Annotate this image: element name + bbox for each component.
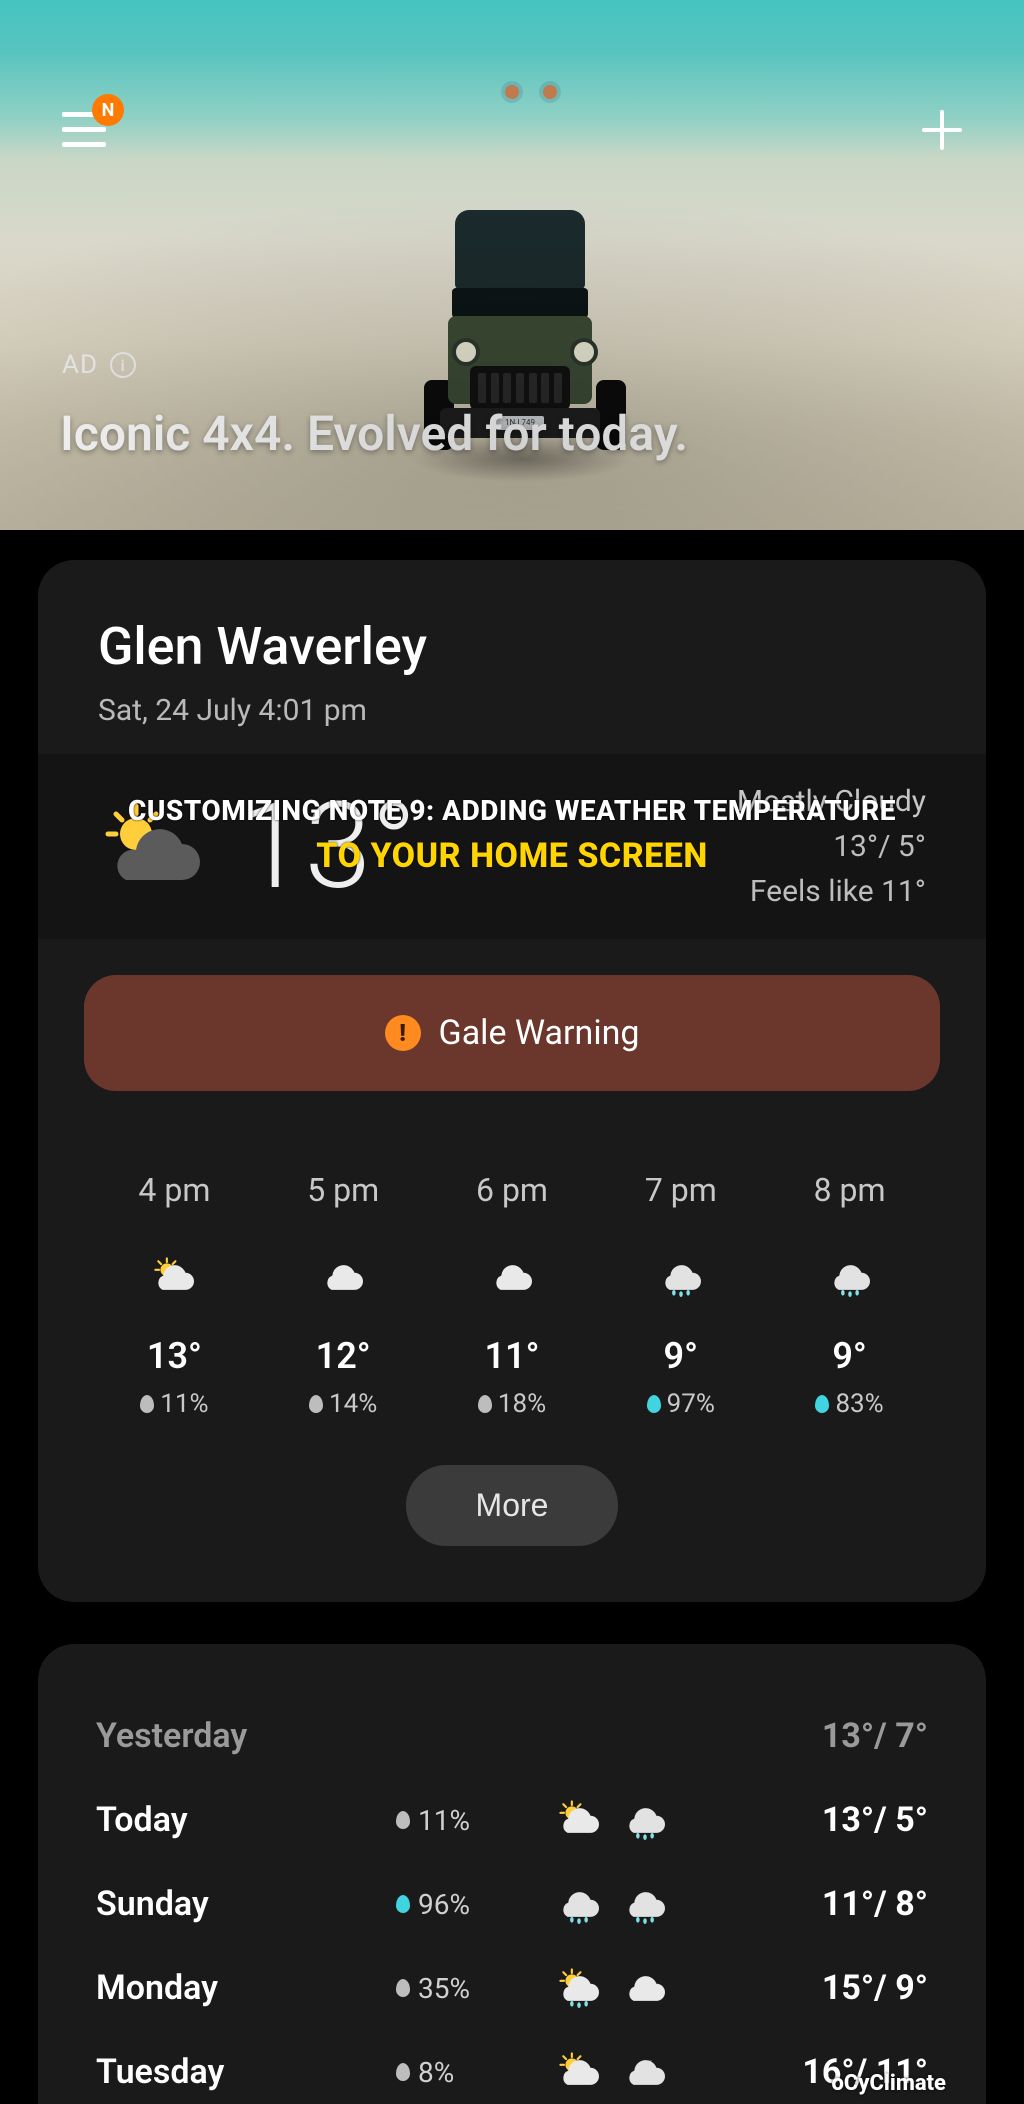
day-icon-day <box>556 1884 602 1924</box>
day-precip: 35% <box>396 1972 556 2005</box>
location-datetime: Sat, 24 July 4:01 pm <box>98 693 926 728</box>
hour-column[interactable]: 8 pm 9° 83% <box>765 1171 934 1419</box>
day-row[interactable]: Sunday 96% 11°/ 8° <box>96 1862 928 1946</box>
day-hilo: 13°/ 5° <box>756 1800 928 1840</box>
hour-temp: 12° <box>259 1335 428 1377</box>
day-icon-night <box>622 2052 668 2092</box>
hour-time: 6 pm <box>428 1171 597 1209</box>
hour-precip: 97% <box>596 1389 765 1419</box>
menu-button[interactable]: N <box>62 112 106 148</box>
hour-column[interactable]: 4 pm 13° 11% <box>90 1171 259 1419</box>
daily-forecast: Yesterday 13°/ 7° Today 11% 13°/ 5° Sund… <box>38 1644 986 2104</box>
ad-headline: Iconic 4x4. Evolved for today. <box>60 405 688 462</box>
hour-time: 7 pm <box>596 1171 765 1209</box>
watermark: oCyClimate <box>831 2071 946 2096</box>
alert-text: Gale Warning <box>439 1013 640 1053</box>
day-icon-day <box>556 1800 602 1840</box>
day-icon-night <box>622 1884 668 1924</box>
day-label: Tuesday <box>96 2052 396 2092</box>
weather-alert[interactable]: ! Gale Warning <box>84 975 940 1091</box>
precip-drop-icon <box>478 1395 492 1413</box>
precip-drop-icon <box>647 1395 661 1413</box>
hour-icon <box>90 1237 259 1317</box>
decor-swimmers <box>505 85 557 99</box>
day-icons <box>556 1800 756 1840</box>
hour-time: 8 pm <box>765 1171 934 1209</box>
menu-badge: N <box>92 94 124 126</box>
day-icon-day <box>556 1968 602 2008</box>
hour-time: 5 pm <box>259 1171 428 1209</box>
hour-temp: 9° <box>596 1335 765 1377</box>
hour-time: 4 pm <box>90 1171 259 1209</box>
day-label: Sunday <box>96 1884 396 1924</box>
screen: 1NJ 749 N AD i Iconic 4x4. Evolved for t… <box>0 0 1024 2104</box>
current-conditions: 13° Mostly Cloudy 13°/ 5° Feels like 11°… <box>38 754 986 939</box>
ad-hero[interactable]: 1NJ 749 N AD i Iconic 4x4. Evolved for t… <box>0 0 1024 530</box>
precip-drop-icon <box>396 2063 410 2081</box>
day-row[interactable]: Monday 35% 15°/ 9° <box>96 1946 928 2030</box>
hour-precip: 18% <box>428 1389 597 1419</box>
hour-column[interactable]: 5 pm 12° 14% <box>259 1171 428 1419</box>
location-header: Glen Waverley Sat, 24 July 4:01 pm <box>38 560 986 754</box>
day-row[interactable]: Tuesday 8% 16°/ 11° <box>96 2030 928 2104</box>
day-precip: 96% <box>396 1888 556 1921</box>
day-icon-day <box>556 2052 602 2092</box>
precip-drop-icon <box>140 1395 154 1413</box>
day-icons <box>556 1884 756 1924</box>
video-overlay-line1: CUSTOMIZING NOTE 9: ADDING WEATHER TEMPE… <box>38 794 986 827</box>
day-row[interactable]: Today 11% 13°/ 5° <box>96 1778 928 1862</box>
day-icons <box>556 2052 756 2092</box>
ad-tag: AD <box>62 350 98 380</box>
location-name: Glen Waverley <box>98 616 926 677</box>
row-yesterday: Yesterday 13°/ 7° <box>96 1694 928 1778</box>
more-button[interactable]: More <box>406 1465 619 1546</box>
day-hilo: 11°/ 8° <box>756 1884 928 1924</box>
day-label: Monday <box>96 1968 396 2008</box>
day-precip: 11% <box>396 1804 556 1837</box>
video-overlay-line2: TO YOUR HOME SCREEN <box>38 836 986 876</box>
daily-card: Yesterday 13°/ 7° Today 11% 13°/ 5° Sund… <box>38 1644 986 2104</box>
day-label: Yesterday <box>96 1716 396 1756</box>
current-feels-like: Feels like 11° <box>737 874 926 909</box>
hour-icon <box>765 1237 934 1317</box>
day-icons <box>556 1968 756 2008</box>
day-icon-night <box>622 1968 668 2008</box>
add-location-button[interactable] <box>922 110 962 150</box>
hour-column[interactable]: 6 pm 11° 18% <box>428 1171 597 1419</box>
precip-drop-icon <box>396 1895 410 1913</box>
day-hilo: 15°/ 9° <box>756 1968 928 2008</box>
precip-drop-icon <box>396 1811 410 1829</box>
decor-jeep: 1NJ 749 <box>430 210 620 470</box>
day-label: Today <box>96 1800 396 1840</box>
hour-icon <box>259 1237 428 1317</box>
top-bar: N <box>0 0 1024 150</box>
hour-precip: 11% <box>90 1389 259 1419</box>
hour-precip: 83% <box>765 1389 934 1419</box>
hour-precip: 14% <box>259 1389 428 1419</box>
day-hilo: 13°/ 7° <box>756 1716 928 1756</box>
decor-plate: 1NJ 749 <box>496 416 544 430</box>
precip-drop-icon <box>309 1395 323 1413</box>
alert-icon: ! <box>385 1015 421 1051</box>
hour-temp: 11° <box>428 1335 597 1377</box>
hour-temp: 13° <box>90 1335 259 1377</box>
hour-column[interactable]: 7 pm 9° 97% <box>596 1171 765 1419</box>
ad-info-icon[interactable]: i <box>110 352 136 378</box>
precip-drop-icon <box>815 1395 829 1413</box>
hour-icon <box>428 1237 597 1317</box>
ad-label[interactable]: AD i <box>62 350 136 380</box>
current-card: Glen Waverley Sat, 24 July 4:01 pm <box>38 560 986 1602</box>
content: Glen Waverley Sat, 24 July 4:01 pm <box>0 530 1024 2104</box>
hour-temp: 9° <box>765 1335 934 1377</box>
day-icon-night <box>622 1800 668 1840</box>
hourly-forecast[interactable]: 4 pm 13° 11% 5 pm 12° 14% 6 pm 11° 18% 7… <box>38 1127 986 1439</box>
day-precip: 8% <box>396 2056 556 2089</box>
hour-icon <box>596 1237 765 1317</box>
precip-drop-icon <box>396 1979 410 1997</box>
